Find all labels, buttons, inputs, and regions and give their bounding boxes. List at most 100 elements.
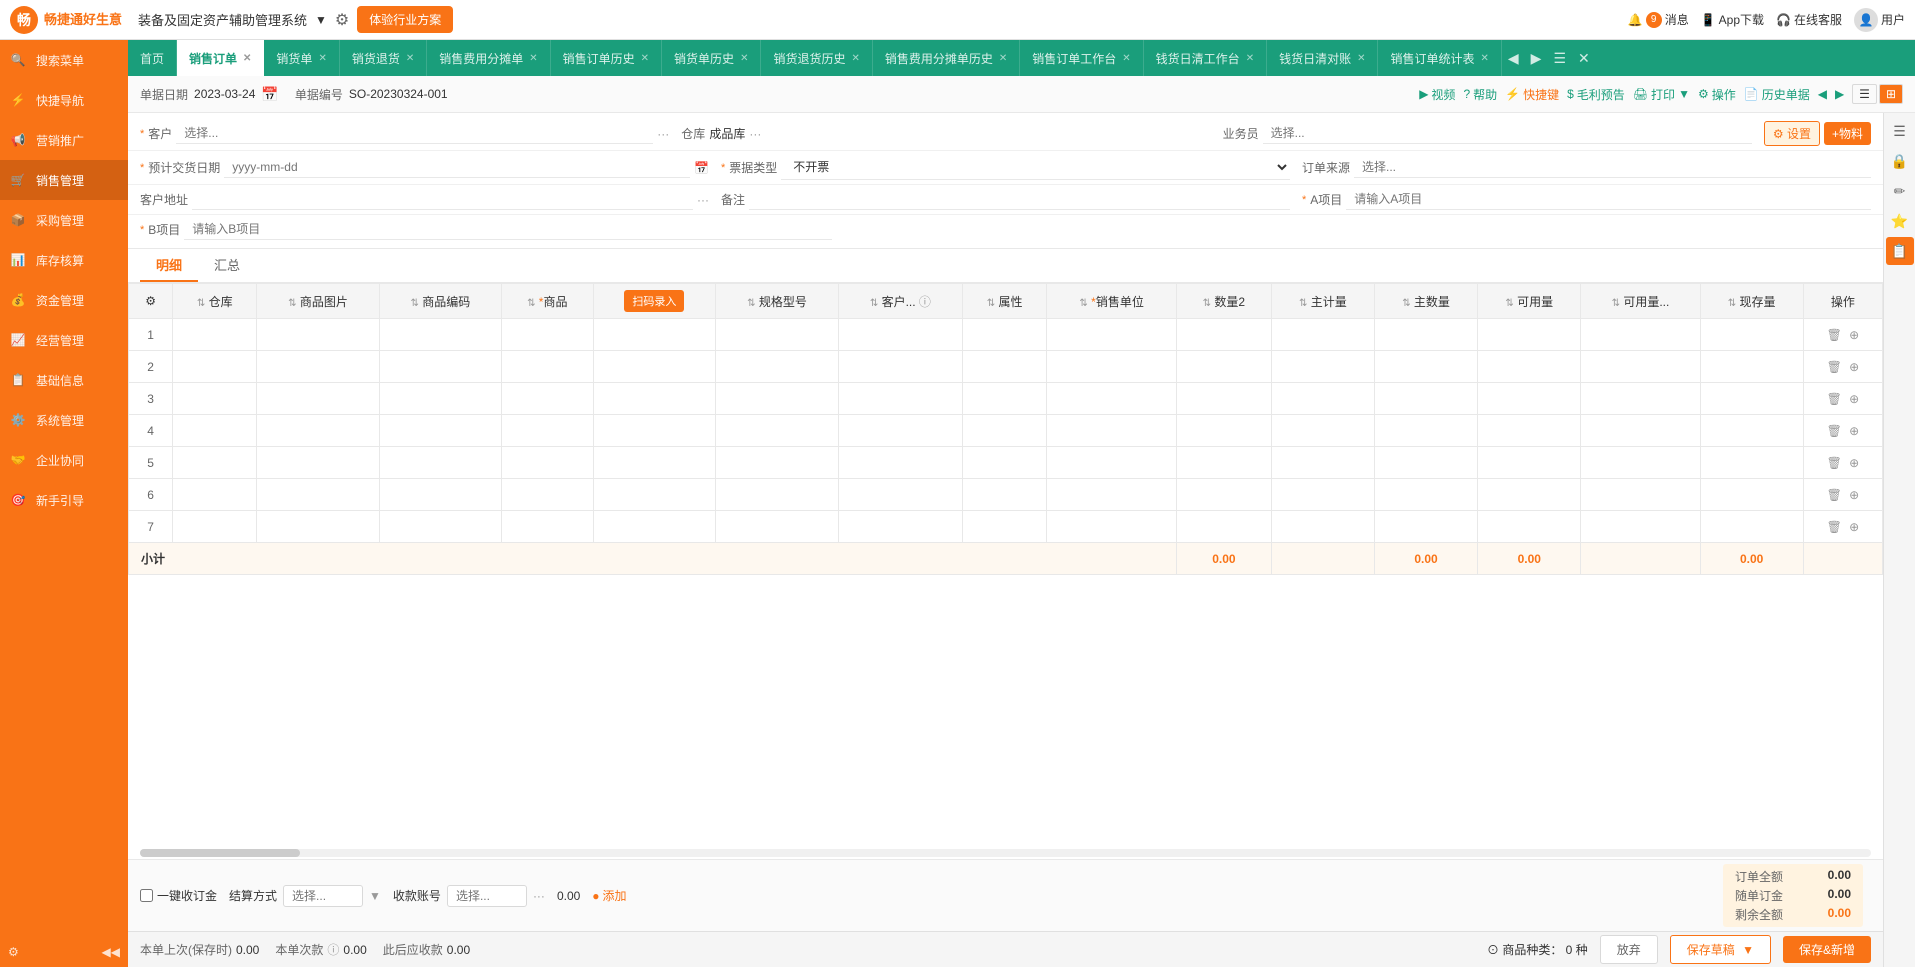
row-copy-icon-2[interactable]: ⊕: [1849, 360, 1859, 374]
sidebar-item-purchase[interactable]: 📦 采购管理: [0, 200, 128, 240]
row-available2-4[interactable]: [1581, 415, 1700, 447]
row-attribute-6[interactable]: [963, 479, 1047, 511]
row-spec-7[interactable]: [716, 511, 838, 543]
row-qty2-7[interactable]: [1177, 511, 1272, 543]
row-available-3[interactable]: [1478, 383, 1581, 415]
calendar-icon[interactable]: 📅: [261, 86, 278, 103]
row-stock-6[interactable]: [1700, 479, 1803, 511]
row-product-code-2[interactable]: [379, 351, 501, 383]
row-attribute-4[interactable]: [963, 415, 1047, 447]
row-product-5[interactable]: [502, 447, 594, 479]
sidebar-item-basic[interactable]: 📋 基础信息: [0, 360, 128, 400]
col-attribute[interactable]: ⇅ 属性: [963, 284, 1047, 319]
col-settings[interactable]: ⚙: [129, 284, 173, 319]
row-sales-unit-7[interactable]: [1047, 511, 1177, 543]
row-available2-6[interactable]: [1581, 479, 1700, 511]
tab-summary[interactable]: 汇总: [198, 249, 256, 282]
preview-btn[interactable]: ▶ 视频: [1419, 86, 1455, 103]
tab-sales-order-history[interactable]: 销售订单历史 ✕: [551, 40, 662, 76]
view-list-icon[interactable]: ☰: [1852, 84, 1877, 104]
row-available-2[interactable]: [1478, 351, 1581, 383]
operations-btn[interactable]: ⚙ 操作: [1698, 86, 1736, 103]
row-customer-spec-7[interactable]: [838, 511, 963, 543]
save-new-button[interactable]: 保存&新增: [1783, 936, 1871, 963]
row-copy-icon-7[interactable]: ⊕: [1849, 520, 1859, 534]
tab-close-sales-invoice[interactable]: ✕: [318, 53, 326, 64]
tab-sales-return-history[interactable]: 销货退货历史 ✕: [761, 40, 872, 76]
col-customer-spec[interactable]: ⇅ 客户... ⓘ: [838, 284, 963, 319]
tab-sales-fee[interactable]: 销售费用分摊单 ✕: [427, 40, 550, 76]
row-available-1[interactable]: [1478, 319, 1581, 351]
tab-daily-reconcile[interactable]: 钱货日清对账 ✕: [1267, 40, 1378, 76]
row-product-6[interactable]: [502, 479, 594, 511]
row-copy-icon-6[interactable]: ⊕: [1849, 488, 1859, 502]
row-warehouse-1[interactable]: [173, 319, 257, 351]
row-product-3[interactable]: [502, 383, 594, 415]
row-qty2-1[interactable]: [1177, 319, 1272, 351]
tab-next-btn[interactable]: ▶: [1525, 40, 1548, 76]
row-delete-icon-2[interactable]: 🗑: [1827, 360, 1842, 374]
right-btn-lock[interactable]: 🔒: [1886, 147, 1914, 175]
row-spec-5[interactable]: [716, 447, 838, 479]
customer-more-icon[interactable]: ···: [657, 127, 669, 141]
col-main-unit[interactable]: ⇅ 主计量: [1271, 284, 1374, 319]
scrollbar-track[interactable]: [140, 849, 1871, 857]
row-delete-icon-4[interactable]: 🗑: [1827, 424, 1842, 438]
tab-sales-invoice[interactable]: 销货单 ✕: [264, 40, 339, 76]
row-copy-icon-4[interactable]: ⊕: [1849, 424, 1859, 438]
row-available2-7[interactable]: [1581, 511, 1700, 543]
row-delete-icon-1[interactable]: 🗑: [1827, 328, 1842, 342]
help-btn[interactable]: ? 帮助: [1463, 86, 1497, 103]
row-spec-6[interactable]: [716, 479, 838, 511]
sidebar-collapse-icon[interactable]: ◀◀: [102, 945, 120, 959]
row-sales-unit-3[interactable]: [1047, 383, 1177, 415]
col-available[interactable]: ⇅ 可用量: [1478, 284, 1581, 319]
row-delete-icon-3[interactable]: 🗑: [1827, 392, 1842, 406]
tab-sales-return[interactable]: 销货退货 ✕: [340, 40, 427, 76]
row-product-code-5[interactable]: [379, 447, 501, 479]
row-product-code-3[interactable]: [379, 383, 501, 415]
row-product-7[interactable]: [502, 511, 594, 543]
b-project-input[interactable]: [184, 219, 832, 240]
row-main-unit-1[interactable]: [1271, 319, 1374, 351]
tab-sales-order[interactable]: 销售订单 ✕: [177, 40, 264, 76]
row-attribute-7[interactable]: [963, 511, 1047, 543]
a-project-input[interactable]: [1346, 189, 1871, 210]
row-warehouse-4[interactable]: [173, 415, 257, 447]
col-product-image[interactable]: ⇅ 商品图片: [257, 284, 379, 319]
tab-detail[interactable]: 明细: [140, 249, 198, 282]
scan-btn[interactable]: 扫码录入: [624, 290, 684, 312]
row-product-1[interactable]: [502, 319, 594, 351]
history-btn[interactable]: 📄 历史单据: [1744, 86, 1810, 103]
gear-icon[interactable]: ⚙: [335, 10, 349, 30]
row-delete-icon-7[interactable]: 🗑: [1827, 520, 1842, 534]
save-draft-button[interactable]: 保存草稿 ▼: [1670, 935, 1771, 964]
row-sales-unit-6[interactable]: [1047, 479, 1177, 511]
row-main-qty-6[interactable]: [1374, 479, 1477, 511]
row-warehouse-2[interactable]: [173, 351, 257, 383]
salesperson-input[interactable]: [1263, 123, 1752, 144]
row-sales-unit-2[interactable]: [1047, 351, 1177, 383]
address-input[interactable]: [192, 189, 693, 210]
invoice-select[interactable]: 不开票: [781, 155, 1290, 180]
tab-close-sales-invoice-history[interactable]: ✕: [740, 53, 748, 64]
row-available2-2[interactable]: [1581, 351, 1700, 383]
tab-close-sales-fee[interactable]: ✕: [529, 53, 537, 64]
row-customer-spec-3[interactable]: [838, 383, 963, 415]
tab-close-sales-return[interactable]: ✕: [406, 53, 414, 64]
col-available2[interactable]: ⇅ 可用量...: [1581, 284, 1700, 319]
row-stock-4[interactable]: [1700, 415, 1803, 447]
sidebar-item-sales[interactable]: 🛒 销售管理: [0, 160, 128, 200]
tab-close-sales-fee-history[interactable]: ✕: [999, 53, 1007, 64]
row-product-4[interactable]: [502, 415, 594, 447]
right-btn-barcode[interactable]: 📋: [1886, 237, 1914, 265]
row-main-unit-3[interactable]: [1271, 383, 1374, 415]
row-qty2-2[interactable]: [1177, 351, 1272, 383]
row-available2-3[interactable]: [1581, 383, 1700, 415]
row-main-unit-7[interactable]: [1271, 511, 1374, 543]
tab-close-daily-reconcile[interactable]: ✕: [1357, 53, 1365, 64]
sidebar-item-enterprise[interactable]: 🤝 企业协同: [0, 440, 128, 480]
row-copy-icon-3[interactable]: ⊕: [1849, 392, 1859, 406]
delivery-input[interactable]: [224, 157, 690, 178]
row-main-unit-4[interactable]: [1271, 415, 1374, 447]
